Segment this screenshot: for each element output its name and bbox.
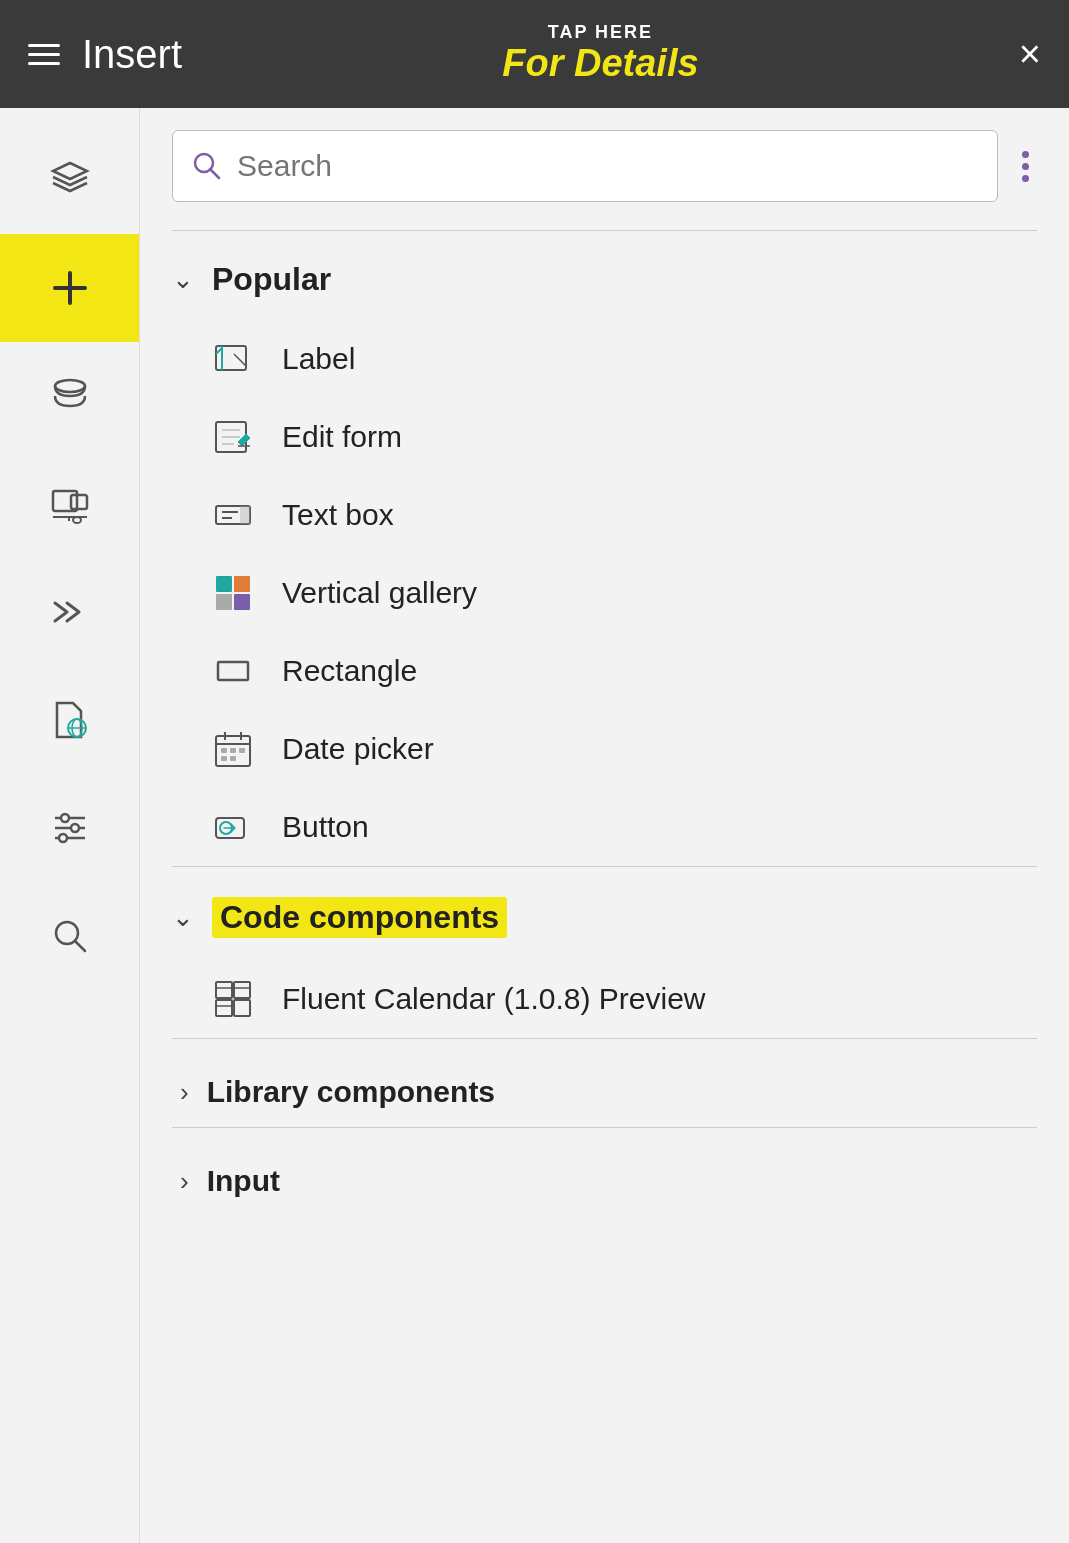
fluent-calendar-icon [212,978,254,1020]
svg-rect-38 [234,594,250,610]
library-components-chevron-icon[interactable]: › [180,1077,189,1108]
main-container: ⌄ Popular Label [0,108,1069,1543]
svg-point-15 [61,814,69,822]
svg-rect-48 [230,756,236,761]
svg-rect-36 [234,576,250,592]
vertical-gallery-item-text: Vertical gallery [282,576,477,610]
sidebar-item-file-global[interactable] [0,666,139,774]
text-box-item-text: Text box [282,498,394,532]
file-global-icon [47,697,93,743]
code-components-section-header[interactable]: ⌄ Code components [172,885,1037,950]
component-item-button[interactable]: Button [172,788,1037,866]
sidebar-item-layers[interactable] [0,126,139,234]
tap-here-label: TAP HERE [548,23,653,43]
popular-section-title: Popular [212,261,331,298]
sidebar [0,108,140,1543]
library-components-header[interactable]: › Library components [172,1057,1037,1127]
svg-point-17 [59,834,67,842]
rectangle-item-text: Rectangle [282,654,417,688]
svg-rect-44 [221,748,227,753]
add-icon [47,265,93,311]
search-input-wrapper[interactable] [172,130,998,202]
popular-section-header[interactable]: ⌄ Popular [172,249,1037,310]
settings-icon [47,805,93,851]
for-details-label: For Details [502,43,698,85]
svg-point-16 [71,824,79,832]
edit-form-item-text: Edit form [282,420,402,454]
search-icon [191,150,223,182]
component-item-vertical-gallery[interactable]: Vertical gallery [172,554,1037,632]
more-options-button[interactable] [1014,141,1037,192]
svg-line-19 [75,941,85,951]
svg-rect-45 [230,748,236,753]
search-sidebar-icon [47,913,93,959]
sidebar-item-media[interactable] [0,450,139,558]
text-box-icon [212,494,254,536]
header-left: Insert [28,32,182,77]
code-components-chevron-icon[interactable]: ⌄ [172,902,194,933]
content-panel: ⌄ Popular Label [140,108,1069,1543]
date-picker-icon [212,728,254,770]
svg-rect-46 [239,748,245,753]
popular-chevron-icon[interactable]: ⌄ [172,264,194,295]
svg-marker-0 [53,163,87,179]
component-item-rectangle[interactable]: Rectangle [172,632,1037,710]
app-header: Insert TAP HERE For Details × [0,0,1069,108]
sidebar-item-settings[interactable] [0,774,139,882]
date-picker-item-text: Date picker [282,732,434,766]
code-components-section-title: Code components [212,897,507,938]
svg-rect-37 [216,594,232,610]
rectangle-icon [212,650,254,692]
sidebar-item-add[interactable] [0,234,139,342]
section-divider [172,230,1037,231]
component-item-edit-form[interactable]: Edit form [172,398,1037,476]
fluent-calendar-item-text: Fluent Calendar (1.0.8) Preview [282,982,706,1016]
sidebar-item-data[interactable] [0,342,139,450]
input-divider [172,1127,1037,1128]
svg-point-8 [73,517,81,523]
button-item-text: Button [282,810,369,844]
edit-form-icon [212,416,254,458]
input-chevron-icon[interactable]: › [180,1166,189,1197]
svg-rect-35 [216,576,232,592]
component-item-fluent-calendar[interactable]: Fluent Calendar (1.0.8) Preview [172,960,1037,1038]
sidebar-item-search[interactable] [0,882,139,990]
media-icon [47,481,93,527]
library-components-title: Library components [207,1075,495,1109]
layers-icon [47,157,93,203]
svg-rect-51 [216,982,232,998]
component-item-text-box[interactable]: Text box [172,476,1037,554]
data-icon [47,373,93,419]
search-bar-row [172,130,1037,202]
svg-rect-47 [221,756,227,761]
svg-rect-54 [234,1000,250,1016]
header-highlight-banner[interactable]: TAP HERE For Details [502,23,698,85]
component-item-label[interactable]: Label [172,320,1037,398]
svg-rect-39 [218,662,248,680]
label-item-text: Label [282,342,355,376]
close-button[interactable]: × [1019,35,1041,73]
next-icon [47,589,93,635]
svg-rect-53 [216,1000,232,1016]
svg-rect-34 [240,506,250,524]
input-section-title: Input [207,1164,280,1198]
label-icon [212,338,254,380]
search-input[interactable] [237,149,979,183]
input-section-header[interactable]: › Input [172,1146,1037,1216]
sidebar-item-next[interactable] [0,558,139,666]
svg-point-3 [55,380,85,392]
svg-line-21 [210,169,219,178]
panel-title: Insert [82,32,182,77]
vertical-gallery-icon [212,572,254,614]
code-components-divider [172,866,1037,867]
hamburger-menu-button[interactable] [28,44,60,65]
svg-rect-52 [234,982,250,998]
svg-rect-5 [71,495,87,509]
button-icon [212,806,254,848]
component-item-date-picker[interactable]: Date picker [172,710,1037,788]
library-divider [172,1038,1037,1039]
svg-line-25 [234,354,246,366]
